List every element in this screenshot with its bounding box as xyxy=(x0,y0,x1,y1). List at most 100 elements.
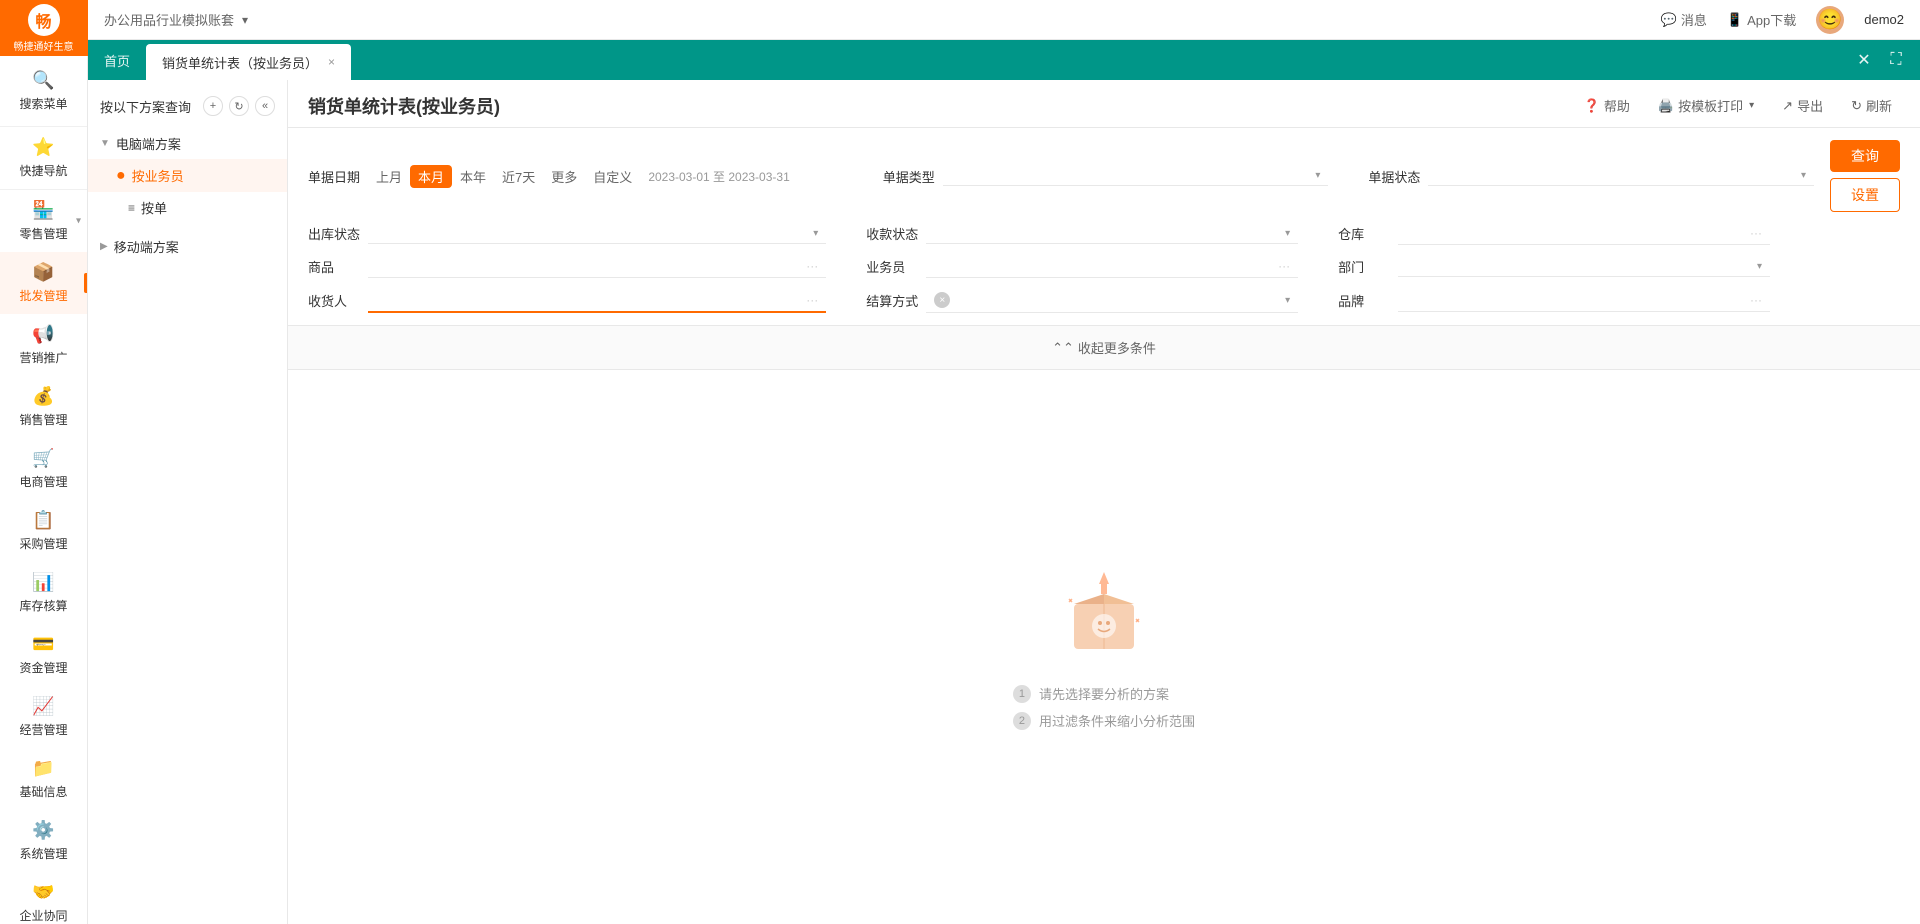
department-field[interactable]: ▾ xyxy=(1398,257,1770,277)
user-avatar[interactable]: 😊 xyxy=(1816,6,1844,34)
mobile-schemes-section: ▶ 移动端方案 xyxy=(88,227,287,266)
refresh-circle-icon: ↻ xyxy=(234,100,243,113)
tab-home[interactable]: 首页 xyxy=(88,40,146,80)
warehouse-filter-item: 仓库 ··· xyxy=(1338,222,1770,245)
warehouse-field[interactable]: ··· xyxy=(1398,222,1770,245)
sidebar-item-quick-nav[interactable]: ⭐ 快捷导航 xyxy=(0,131,87,185)
doc-status-dropdown-icon: ▾ xyxy=(1801,170,1806,181)
expand-arrow-icon: ▼ xyxy=(100,138,110,149)
scheme-order-label: 按单 xyxy=(141,198,167,217)
desktop-section-header[interactable]: ▼ 电脑端方案 xyxy=(88,128,287,159)
export-label: 导出 xyxy=(1797,96,1823,115)
quick-nav-icon: ⭐ xyxy=(0,137,87,158)
brand-more-icon: ··· xyxy=(1750,293,1762,307)
add-scheme-btn[interactable]: + xyxy=(203,96,223,116)
print-icon: 🖨️ xyxy=(1658,98,1674,114)
date-opt-last-7-days[interactable]: 近7天 xyxy=(494,165,543,188)
payment-status-label: 收款状态 xyxy=(866,224,926,243)
collapse-conditions-btn[interactable]: ⌃⌃ 收起更多条件 xyxy=(1040,334,1168,361)
salesperson-field[interactable]: ··· xyxy=(926,255,1298,278)
logo-icon: 畅 xyxy=(28,4,60,36)
tab-close-window-btn[interactable]: ✕ xyxy=(1852,48,1876,72)
sidebar-system-label: 系统管理 xyxy=(0,845,87,862)
sidebar-item-finance[interactable]: 💳 资金管理 xyxy=(0,624,87,686)
scheme-by-order[interactable]: ≡ 按单 xyxy=(88,192,287,223)
sidebar-item-inventory[interactable]: 📊 库存核算 xyxy=(0,562,87,624)
sidebar-item-basic[interactable]: 📁 基础信息 xyxy=(0,748,87,810)
salesperson-filter-item: 业务员 ··· xyxy=(866,255,1298,278)
sidebar-basic-label: 基础信息 xyxy=(0,783,87,800)
product-field[interactable]: ··· xyxy=(368,255,826,278)
desktop-schemes-section: ▼ 电脑端方案 ● 按业务员 ≡ 按单 xyxy=(88,124,287,227)
sidebar-item-system[interactable]: ⚙️ 系统管理 xyxy=(0,810,87,872)
empty-illustration xyxy=(1054,564,1154,664)
help-btn[interactable]: ❓ 帮助 xyxy=(1576,92,1638,119)
help-icon: ❓ xyxy=(1584,98,1600,114)
out-status-field[interactable]: ▾ xyxy=(368,224,826,244)
messages-btn[interactable]: 💬 消息 xyxy=(1661,10,1707,29)
date-opt-this-year[interactable]: 本年 xyxy=(452,165,494,188)
date-opt-more[interactable]: 更多 xyxy=(543,165,585,188)
sidebar-item-wholesale[interactable]: 📦 批发管理 xyxy=(0,252,87,314)
settlement-clear-icon[interactable]: × xyxy=(934,292,950,308)
mobile-expand-icon: ▶ xyxy=(100,241,108,252)
collapse-panel-btn[interactable]: « xyxy=(255,96,275,116)
collapse-label: 收起更多条件 xyxy=(1078,338,1156,357)
doc-status-field[interactable]: ▾ xyxy=(1428,166,1814,186)
sidebar-item-purchase[interactable]: 📋 采购管理 xyxy=(0,500,87,562)
app-logo[interactable]: 畅 畅捷通好生意 xyxy=(0,0,88,56)
app-download-btn[interactable]: 📱 App下载 xyxy=(1727,10,1796,29)
edit-scheme-btn[interactable]: ↻ xyxy=(229,96,249,116)
query-button[interactable]: 查询 xyxy=(1830,140,1900,172)
doc-type-field[interactable]: ▾ xyxy=(943,166,1329,186)
inventory-icon: 📊 xyxy=(0,572,87,593)
tab-sales-stat[interactable]: 销货单统计表（按业务员） × xyxy=(146,44,351,80)
sidebar-item-marketing[interactable]: 📢 营销推广 xyxy=(0,314,87,376)
department-label: 部门 xyxy=(1338,257,1398,276)
settings-button[interactable]: 设置 xyxy=(1830,178,1900,212)
scheme-by-salesperson[interactable]: ● 按业务员 xyxy=(88,159,287,192)
receiver-field[interactable]: ··· xyxy=(368,289,826,313)
page-header: 销货单统计表(按业务员) ❓ 帮助 🖨️ 按模板打印 ▾ ↗ xyxy=(288,80,1920,128)
sidebar-item-ecommerce[interactable]: 🛒 电商管理 xyxy=(0,438,87,500)
tab-close-icon[interactable]: × xyxy=(328,55,335,69)
topbar-left: 办公用品行业模拟账套 ▾ xyxy=(104,10,248,29)
date-filter-item: 单据日期 上月 本月 本年 近7天 更多 自定义 2023-03-01 至 20… xyxy=(308,165,843,188)
export-btn[interactable]: ↗ 导出 xyxy=(1774,92,1831,119)
sidebar-item-search[interactable]: 🔍 搜索菜单 xyxy=(0,64,87,118)
refresh-btn[interactable]: ↻ 刷新 xyxy=(1843,92,1900,119)
breadcrumb-dropdown-icon[interactable]: ▾ xyxy=(242,13,248,27)
sidebar-wholesale-label: 批发管理 xyxy=(0,287,87,304)
tip-num-1: 1 xyxy=(1013,685,1031,703)
collapse-left-icon: « xyxy=(262,100,268,112)
filter-row-3: 商品 ··· 业务员 ··· xyxy=(308,255,1900,278)
tab-maximize-btn[interactable]: ⛶ xyxy=(1884,48,1908,72)
date-opt-last-month[interactable]: 上月 xyxy=(368,165,410,188)
brand-field[interactable]: ··· xyxy=(1398,289,1770,312)
mobile-section-label: 移动端方案 xyxy=(114,237,179,256)
date-filter-label: 单据日期 xyxy=(308,167,368,186)
date-opt-custom[interactable]: 自定义 xyxy=(585,165,640,188)
ecommerce-icon: 🛒 xyxy=(0,448,87,469)
sidebar-item-operation[interactable]: 📈 经营管理 xyxy=(0,686,87,748)
product-more-icon: ··· xyxy=(806,259,818,273)
mobile-section-header[interactable]: ▶ 移动端方案 xyxy=(88,231,287,262)
sidebar-enterprise-label: 企业协同 xyxy=(0,907,87,924)
settlement-field[interactable]: × ▾ xyxy=(926,288,1298,313)
action-buttons: 查询 设置 xyxy=(1830,140,1900,212)
collapse-chevron-icon: ⌃⌃ xyxy=(1052,340,1074,356)
filter-row-4: 收货人 ··· 结算方式 × ▾ xyxy=(308,288,1900,313)
payment-status-field[interactable]: ▾ xyxy=(926,224,1298,244)
sidebar-finance-label: 资金管理 xyxy=(0,659,87,676)
sidebar-item-enterprise[interactable]: 🤝 企业协同 xyxy=(0,872,87,924)
sidebar-item-retail[interactable]: 🏪 零售管理 ▾ xyxy=(0,190,87,252)
print-btn[interactable]: 🖨️ 按模板打印 ▾ xyxy=(1650,92,1762,119)
username-label[interactable]: demo2 xyxy=(1864,12,1904,27)
date-opt-this-month[interactable]: 本月 xyxy=(410,165,452,188)
sidebar-item-sales[interactable]: 💰 销售管理 xyxy=(0,376,87,438)
app-download-icon: 📱 xyxy=(1727,12,1743,28)
doc-status-label: 单据状态 xyxy=(1368,167,1428,186)
tip-num-2: 2 xyxy=(1013,712,1031,730)
salesperson-label: 业务员 xyxy=(866,257,926,276)
out-status-dropdown-icon: ▾ xyxy=(813,228,818,239)
